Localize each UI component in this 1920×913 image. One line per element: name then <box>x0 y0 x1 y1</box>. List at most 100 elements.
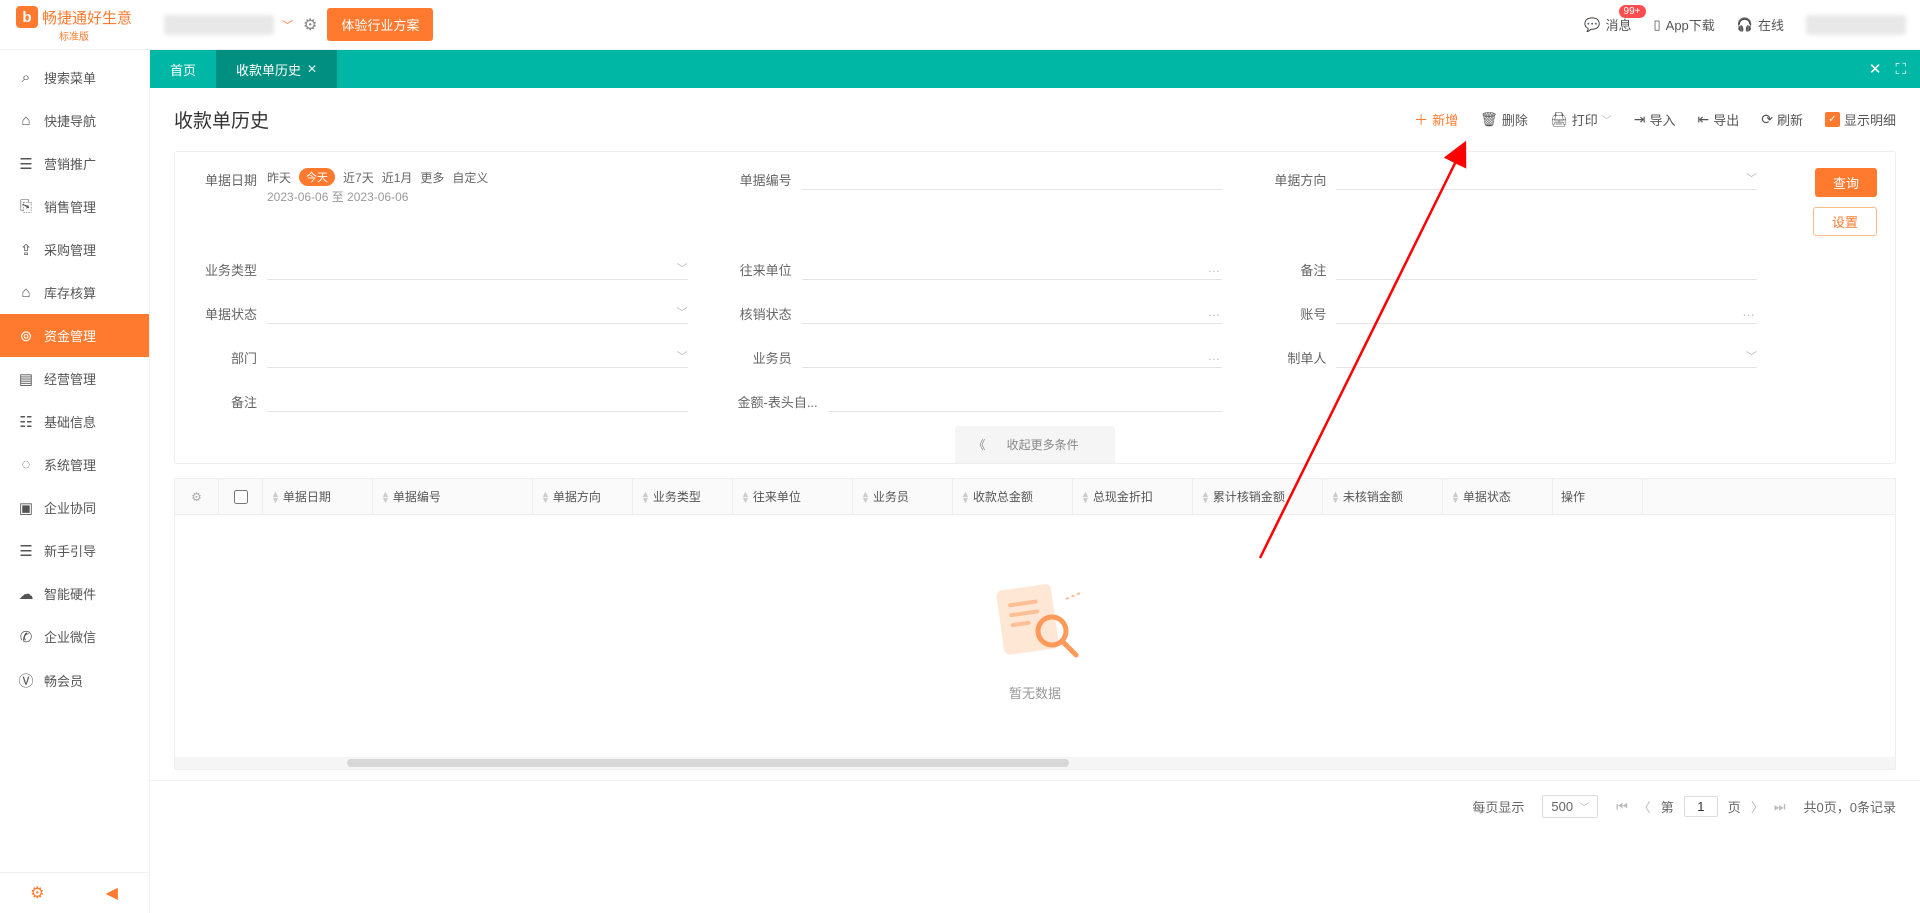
sidebar-item-icon: ✆ <box>18 628 34 646</box>
plus-icon: ＋ <box>1414 110 1428 130</box>
sidebar-item-7[interactable]: ▤经营管理 <box>0 357 149 400</box>
sidebar-item-0[interactable]: ⌕搜索菜单 <box>0 56 149 99</box>
refresh-button[interactable]: ⟳刷新 <box>1761 110 1803 129</box>
sidebar-item-3[interactable]: ⎘销售管理 <box>0 185 149 228</box>
page-prev-button[interactable]: 〈 <box>1638 797 1651 816</box>
filter-dept-select[interactable]: ﹀ <box>267 346 688 368</box>
page-first-button[interactable]: ⏮ <box>1616 799 1628 815</box>
page-summary: 共0页，0条记录 <box>1804 797 1896 816</box>
sidebar-item-2[interactable]: ☰营销推广 <box>0 142 149 185</box>
sidebar-item-12[interactable]: ☁智能硬件 <box>0 572 149 615</box>
print-button[interactable]: 🖨打印﹀ <box>1550 110 1612 129</box>
collapse-filters-button[interactable]: 《 收起更多条件 <box>955 426 1114 463</box>
column-header[interactable]: ▲▼累计核销金额 <box>1193 479 1323 514</box>
sidebar-item-label: 企业协同 <box>44 498 96 517</box>
settings-button[interactable]: 设置 <box>1813 207 1877 236</box>
per-page-select[interactable]: 500﹀ <box>1542 795 1598 818</box>
org-selector[interactable]: ﹀ <box>164 15 293 35</box>
sidebar-item-label: 采购管理 <box>44 240 96 259</box>
sidebar-item-8[interactable]: ☷基础信息 <box>0 400 149 443</box>
filter-docno-input[interactable] <box>802 168 1223 190</box>
import-button[interactable]: ⇥导入 <box>1634 110 1676 129</box>
page-last-button[interactable]: ⏭ <box>1774 799 1786 815</box>
filter-remark2-input[interactable] <box>267 390 688 412</box>
tab-close-all-icon[interactable]: ✕ <box>1869 60 1882 78</box>
column-header[interactable]: ▲▼往来单位 <box>733 479 853 514</box>
chevron-down-icon: ﹀ <box>1579 799 1589 814</box>
date-opt-custom[interactable]: 自定义 <box>452 169 488 186</box>
tab-receipt-history[interactable]: 收款单历史 ✕ <box>216 50 337 88</box>
gear-icon[interactable]: ⚙ <box>303 15 317 35</box>
show-detail-toggle[interactable]: ✓显示明细 <box>1825 110 1896 129</box>
try-industry-button[interactable]: 体验行业方案 <box>327 8 433 41</box>
add-button[interactable]: ＋新增 <box>1414 110 1458 130</box>
sort-icon: ▲▼ <box>1451 491 1460 503</box>
fullscreen-icon[interactable]: ⛶ <box>1895 61 1906 78</box>
sort-icon: ▲▼ <box>641 491 650 503</box>
filter-biztype-select[interactable]: ﹀ <box>267 258 688 280</box>
date-opt-1m[interactable]: 近1月 <box>382 169 413 186</box>
chevron-down-icon: ﹀ <box>1746 170 1757 186</box>
filter-amount-input[interactable] <box>828 390 1223 412</box>
filter-docstate-select[interactable]: ﹀ <box>267 302 688 324</box>
filter-remark-label: 备注 <box>1262 258 1326 279</box>
filter-docno-label: 单据编号 <box>728 168 792 189</box>
close-icon[interactable]: ✕ <box>307 62 317 76</box>
date-opt-yesterday[interactable]: 昨天 <box>267 169 291 186</box>
logo-icon: b <box>16 6 38 28</box>
date-opt-more[interactable]: 更多 <box>420 169 444 186</box>
filter-clerk-picker[interactable]: … <box>802 346 1223 368</box>
sidebar-item-11[interactable]: ☰新手引导 <box>0 529 149 572</box>
filter-account-picker[interactable]: … <box>1336 302 1757 324</box>
filter-creator-select[interactable]: ﹀ <box>1336 346 1757 368</box>
export-label: 导出 <box>1713 110 1739 129</box>
column-header[interactable]: 操作 <box>1553 479 1643 514</box>
sidebar-item-label: 营销推广 <box>44 154 96 173</box>
support-link[interactable]: 🎧 在线 <box>1737 15 1784 34</box>
filter-partner-picker[interactable]: … <box>802 258 1223 280</box>
sidebar-collapse-button[interactable]: ◀ <box>75 873 150 913</box>
chevron-down-icon: ﹀ <box>1602 112 1612 127</box>
sidebar-item-label: 畅会员 <box>44 671 83 690</box>
filter-remark-input[interactable] <box>1336 258 1757 280</box>
export-button[interactable]: ⇤导出 <box>1697 110 1739 129</box>
page-number-input[interactable] <box>1684 796 1718 817</box>
column-header[interactable]: ▲▼单据状态 <box>1443 479 1553 514</box>
messages-link[interactable]: 💬 消息 99+ <box>1584 15 1631 34</box>
horizontal-scrollbar[interactable] <box>175 757 1895 769</box>
date-opt-7d[interactable]: 近7天 <box>343 169 374 186</box>
sidebar-item-10[interactable]: ▣企业协同 <box>0 486 149 529</box>
sidebar-item-icon: ☰ <box>18 542 34 560</box>
column-header[interactable]: ▲▼总现金折扣 <box>1073 479 1193 514</box>
delete-button[interactable]: 🗑删除 <box>1480 110 1528 129</box>
column-label: 单据日期 <box>283 488 331 505</box>
filter-writeoff-picker[interactable]: … <box>802 302 1223 324</box>
app-download-link[interactable]: ▯ App下载 <box>1654 15 1715 34</box>
column-header[interactable]: ▲▼业务员 <box>853 479 953 514</box>
sidebar-item-13[interactable]: ✆企业微信 <box>0 615 149 658</box>
sidebar-settings-button[interactable]: ⚙ <box>0 873 75 913</box>
tab-home[interactable]: 首页 <box>150 50 216 88</box>
sidebar-item-4[interactable]: ⇪采购管理 <box>0 228 149 271</box>
column-header[interactable]: ▲▼收款总金额 <box>953 479 1073 514</box>
column-header[interactable]: ▲▼单据编号 <box>373 479 533 514</box>
sidebar-item-5[interactable]: ⌂库存核算 <box>0 271 149 314</box>
sidebar-item-9[interactable]: ◌系统管理 <box>0 443 149 486</box>
filter-direction-select[interactable]: ﹀ <box>1336 168 1757 190</box>
sidebar-item-1[interactable]: ⌂快捷导航 <box>0 99 149 142</box>
date-opt-today[interactable]: 今天 <box>299 168 335 186</box>
query-button[interactable]: 查询 <box>1815 168 1877 197</box>
sidebar-item-6[interactable]: ⊚资金管理 <box>0 314 149 357</box>
column-header[interactable]: ▲▼未核销金额 <box>1323 479 1443 514</box>
column-label: 单据方向 <box>553 488 601 505</box>
column-settings-button[interactable]: ⚙ <box>175 479 219 514</box>
page-next-button[interactable]: 〉 <box>1751 797 1764 816</box>
column-header[interactable]: ▲▼单据方向 <box>533 479 633 514</box>
column-header[interactable]: ▲▼单据日期 <box>263 479 373 514</box>
sidebar-item-icon: Ⓥ <box>18 670 34 691</box>
select-all-checkbox[interactable] <box>219 479 263 514</box>
filter-clerk-label: 业务员 <box>728 346 792 367</box>
sidebar-item-icon: ⎘ <box>18 198 34 215</box>
column-header[interactable]: ▲▼业务类型 <box>633 479 733 514</box>
sidebar-item-14[interactable]: Ⓥ 畅会员 <box>0 658 149 703</box>
